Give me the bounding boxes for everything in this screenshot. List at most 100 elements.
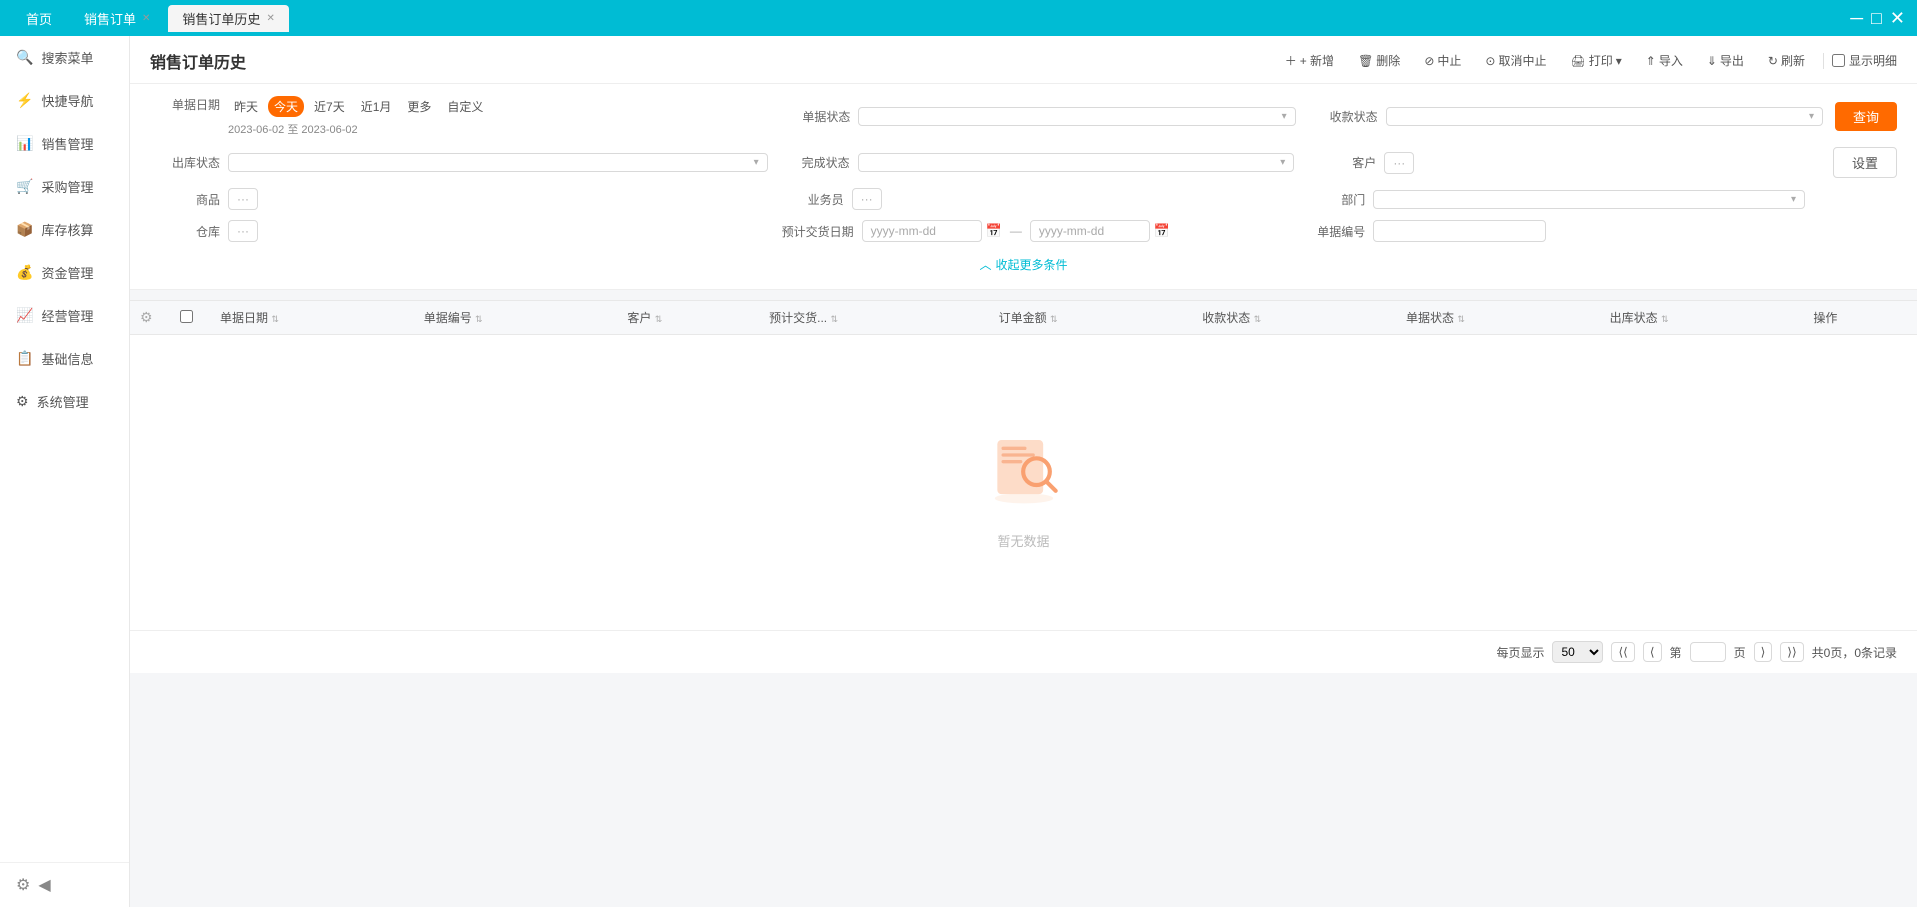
col-outbound-status[interactable]: 出库状态 ⇅ [1600, 301, 1804, 335]
shortcut-yesterday[interactable]: 昨天 [228, 96, 264, 117]
col-date[interactable]: 单据日期 ⇅ [210, 301, 414, 335]
date-label: 单据日期 [150, 96, 220, 113]
col-delivery-date[interactable]: 预计交货... ⇅ [759, 301, 989, 335]
sort-payment-icon: ⇅ [1254, 314, 1262, 324]
page-title: 销售订单历史 [150, 49, 246, 73]
import-button[interactable]: ⇑ 导入 [1636, 48, 1693, 73]
refresh-button[interactable]: ↻ 刷新 [1758, 48, 1815, 73]
sidebar-item-inventory[interactable]: 📦 库存核算 [0, 208, 129, 251]
outbound-status-arrow: ▾ [754, 157, 759, 168]
shortcut-7days[interactable]: 近7天 [308, 96, 351, 117]
col-bill-status[interactable]: 单据状态 ⇅ [1396, 301, 1600, 335]
print-button[interactable]: 🖨 打印 ▾ [1560, 48, 1631, 73]
payment-status-select[interactable]: ▾ [1386, 107, 1823, 126]
tab-sales-order-history-label: 销售订单历史 [182, 9, 260, 28]
product-label: 商品 [150, 191, 220, 208]
system-icon: ⚙ [16, 393, 29, 410]
delivery-date-from-cal-icon[interactable]: 📅 [986, 223, 1002, 239]
delivery-date-to-cal-icon[interactable]: 📅 [1154, 223, 1170, 239]
sidebar-item-operations-label: 经营管理 [41, 306, 93, 325]
total-label: 共0页，0条记录 [1812, 644, 1897, 661]
tab-home[interactable]: 首页 [12, 5, 66, 32]
sidebar-item-sales[interactable]: 📊 销售管理 [0, 122, 129, 165]
new-button[interactable]: ＋ + 新增 [1275, 48, 1344, 73]
tab-sales-order-close[interactable]: ✕ [142, 13, 150, 24]
sidebar-item-operations[interactable]: 📈 经营管理 [0, 294, 129, 337]
max-button[interactable]: □ [1871, 8, 1882, 29]
data-table: ⚙ 单据日期 ⇅ 单据编号 ⇅ [130, 300, 1917, 335]
tab-sales-order-history[interactable]: 销售订单历史 ✕ [168, 5, 288, 32]
stop-icon: ⊘ [1424, 54, 1434, 68]
warehouse-input[interactable]: ··· [228, 220, 258, 242]
tab-bar: 首页 销售订单 ✕ 销售订单历史 ✕ [12, 5, 289, 32]
last-page-button[interactable]: ⟩⟩ [1780, 642, 1803, 662]
payment-status-arrow: ▾ [1809, 111, 1814, 122]
operations-icon: 📈 [16, 307, 33, 324]
sidebar-settings-icon[interactable]: ⚙ [16, 875, 30, 895]
first-page-button[interactable]: ⟨⟨ [1611, 642, 1634, 662]
sidebar-collapse-icon[interactable]: ◀ [38, 875, 50, 895]
select-all-checkbox[interactable] [180, 310, 193, 323]
table-area: ⚙ 单据日期 ⇅ 单据编号 ⇅ [130, 300, 1917, 630]
print-dropdown-icon: ▾ [1616, 54, 1622, 68]
per-page-select[interactable]: 50 20 100 [1552, 641, 1603, 663]
customer-label: 客户 [1306, 154, 1376, 171]
warehouse-label: 仓库 [150, 223, 220, 240]
next-page-button[interactable]: ⟩ [1754, 642, 1773, 662]
col-customer[interactable]: 客户 ⇅ [617, 301, 759, 335]
col-payment-status[interactable]: 收款状态 ⇅ [1192, 301, 1396, 335]
export-button[interactable]: ⇓ 导出 [1697, 48, 1754, 73]
close-button[interactable]: ✕ [1890, 8, 1905, 29]
page-input[interactable]: 1 [1690, 642, 1726, 662]
product-input[interactable]: ··· [228, 188, 258, 210]
tab-sales-order-history-close[interactable]: ✕ [266, 13, 274, 24]
settings-button[interactable]: 设置 [1833, 147, 1897, 178]
sort-amount-icon: ⇅ [1050, 314, 1058, 324]
min-button[interactable]: ─ [1850, 8, 1863, 29]
salesperson-input[interactable]: ··· [852, 188, 882, 210]
toolbar: ＋ + 新增 🗑 删除 ⊘ 中止 ⊙ 取消中止 [1275, 48, 1897, 73]
pagination-bar: 每页显示 50 20 100 ⟨⟨ ⟨ 第 1 页 ⟩ ⟩⟩ 共0页，0条记录 [130, 630, 1917, 673]
complete-status-select[interactable]: ▾ [858, 153, 1295, 172]
display-settings-input[interactable] [1832, 54, 1845, 67]
prev-page-button[interactable]: ⟨ [1643, 642, 1662, 662]
col-order-amount[interactable]: 订单金额 ⇅ [989, 301, 1193, 335]
sidebar-item-basics[interactable]: 📋 基础信息 [0, 337, 129, 380]
delete-button[interactable]: 🗑 删除 [1348, 48, 1410, 73]
sidebar-item-quicknav[interactable]: ⚡ 快捷导航 [0, 79, 129, 122]
sort-bill-status-icon: ⇅ [1457, 314, 1465, 324]
sidebar-item-system-label: 系统管理 [37, 392, 89, 411]
filter-row-4: 仓库 ··· 预计交货日期 yyyy-mm-dd 📅 — yyyy-mm-dd … [150, 220, 1897, 242]
bill-no-label: 单据编号 [1295, 223, 1365, 240]
sort-delivery-icon: ⇅ [830, 314, 838, 324]
sidebar-item-system[interactable]: ⚙ 系统管理 [0, 380, 129, 423]
delivery-date-to[interactable]: yyyy-mm-dd [1030, 220, 1150, 242]
bill-status-select[interactable]: ▾ [858, 107, 1295, 126]
dept-select[interactable]: ▾ [1373, 190, 1805, 209]
shortcut-more[interactable]: 更多 [401, 96, 437, 117]
cancel-stop-button[interactable]: ⊙ 取消中止 [1475, 48, 1556, 73]
stop-button[interactable]: ⊘ 中止 [1414, 48, 1471, 73]
sidebar-item-search[interactable]: 🔍 搜索菜单 [0, 36, 129, 79]
sidebar-item-purchase[interactable]: 🛒 采购管理 [0, 165, 129, 208]
shortcut-custom[interactable]: 自定义 [441, 96, 489, 117]
finance-icon: 💰 [16, 264, 33, 281]
table-settings-icon[interactable]: ⚙ [140, 309, 153, 325]
content-area: 销售订单历史 ＋ + 新增 🗑 删除 ⊘ 中止 [130, 36, 1917, 907]
shortcut-1month[interactable]: 近1月 [355, 96, 398, 117]
tab-sales-order[interactable]: 销售订单 ✕ [70, 5, 164, 32]
bill-no-input[interactable] [1373, 220, 1546, 242]
display-settings-checkbox[interactable]: 显示明细 [1832, 52, 1897, 69]
collapse-row[interactable]: ︿ 收起更多条件 [150, 252, 1897, 277]
customer-input[interactable]: ··· [1384, 152, 1414, 174]
col-bill-no[interactable]: 单据编号 ⇅ [414, 301, 618, 335]
per-page-label: 每页显示 [1496, 644, 1544, 661]
query-button[interactable]: 查询 [1835, 102, 1897, 131]
shortcut-today[interactable]: 今天 [268, 96, 304, 117]
page-prefix-label: 第 [1670, 644, 1682, 661]
outbound-status-select[interactable]: ▾ [228, 153, 768, 172]
sidebar-item-finance[interactable]: 💰 资金管理 [0, 251, 129, 294]
delivery-date-label: 预计交货日期 [774, 223, 854, 240]
delivery-date-from[interactable]: yyyy-mm-dd [862, 220, 982, 242]
sales-icon: 📊 [16, 135, 33, 152]
